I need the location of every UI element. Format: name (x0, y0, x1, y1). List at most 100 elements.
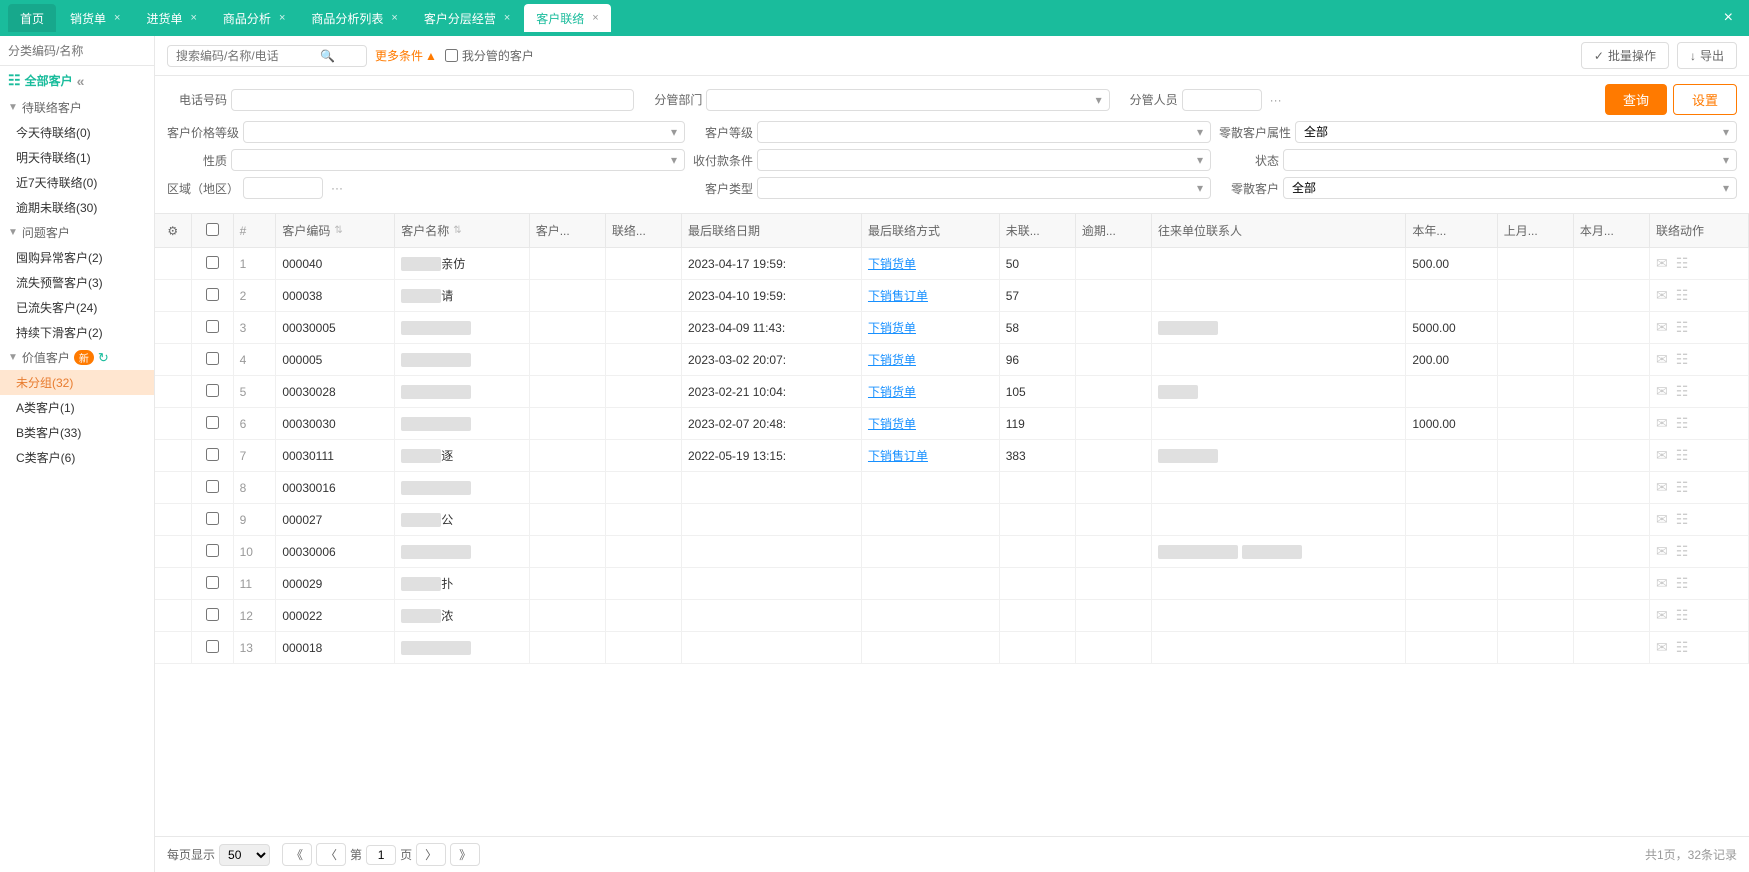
menu-icon[interactable]: ☷ (1676, 639, 1689, 656)
contact-type-link[interactable]: 下销售订单 (868, 289, 928, 303)
menu-icon[interactable]: ☷ (1676, 383, 1689, 400)
menu-icon[interactable]: ☷ (1676, 607, 1689, 624)
reset-btn[interactable]: 设置 (1673, 84, 1737, 115)
sidebar-item-churned[interactable]: 已流失客户(24) (0, 295, 154, 320)
nav-customer-contact[interactable]: 客户联络 × (524, 4, 610, 32)
more-dots-icon[interactable]: ··· (1270, 93, 1282, 107)
menu-icon[interactable]: ☷ (1676, 575, 1689, 592)
row-checkbox[interactable] (206, 288, 219, 301)
row-checkbox[interactable] (206, 352, 219, 365)
contact-type-link[interactable]: 下销货单 (868, 385, 916, 399)
chat-icon[interactable]: ✉ (1656, 479, 1668, 496)
th-setting[interactable]: ⚙ (155, 214, 191, 248)
refresh-icon[interactable]: ↻ (98, 350, 109, 366)
menu-icon[interactable]: ☷ (1676, 255, 1689, 272)
row-checkbox[interactable] (206, 480, 219, 493)
filter-status-select[interactable] (1283, 149, 1737, 171)
contact-type-link[interactable]: 下销售订单 (868, 449, 928, 463)
menu-icon[interactable]: ☷ (1676, 479, 1689, 496)
filter-attr-select[interactable]: 全部 (1295, 121, 1737, 143)
contact-type-link[interactable]: 下销货单 (868, 353, 916, 367)
sidebar-item-tomorrow-contact[interactable]: 明天待联络(1) (0, 145, 154, 170)
search-input[interactable] (176, 49, 316, 63)
first-page-btn[interactable]: 《 (282, 843, 312, 866)
next-page-btn[interactable]: 〉 (416, 843, 446, 866)
filter-sparse-select[interactable]: 全部 (1283, 177, 1737, 199)
chat-icon[interactable]: ✉ (1656, 415, 1668, 432)
chat-icon[interactable]: ✉ (1656, 575, 1668, 592)
nav-purchase[interactable]: 进货单 × (134, 4, 208, 32)
my-customers-checkbox[interactable]: 我分管的客户 (445, 47, 534, 64)
row-checkbox[interactable] (206, 576, 219, 589)
row-checkbox[interactable] (206, 448, 219, 461)
th-code[interactable]: 客户编码 ⇅ (276, 214, 395, 248)
nav-goods-close[interactable]: × (279, 12, 285, 24)
nav-sales[interactable]: 销货单 × (58, 4, 132, 32)
row-checkbox[interactable] (206, 608, 219, 621)
menu-icon[interactable]: ☷ (1676, 287, 1689, 304)
region-dots-icon[interactable]: ··· (331, 181, 343, 195)
row-checkbox[interactable] (206, 512, 219, 525)
filter-price-select[interactable] (243, 121, 685, 143)
chat-icon[interactable]: ✉ (1656, 511, 1668, 528)
nav-goods-list[interactable]: 商品分析列表 × (299, 4, 409, 32)
nav-purchase-close[interactable]: × (190, 12, 196, 24)
my-customers-check[interactable] (445, 49, 458, 62)
menu-icon[interactable]: ☷ (1676, 447, 1689, 464)
sidebar-item-today-contact[interactable]: 今天待联络(0) (0, 120, 154, 145)
chat-icon[interactable]: ✉ (1656, 639, 1668, 656)
prev-page-btn[interactable]: 〈 (316, 843, 346, 866)
sidebar-item-overdue-contact[interactable]: 逾期未联络(30) (0, 195, 154, 220)
contact-type-link[interactable]: 下销货单 (868, 321, 916, 335)
sidebar-item-ungroup[interactable]: 未分组(32) (0, 370, 154, 395)
sidebar-search-input[interactable] (8, 44, 155, 58)
page-size-select[interactable]: 50 20 100 (219, 844, 270, 866)
menu-icon[interactable]: ☷ (1676, 543, 1689, 560)
filter-nature-select[interactable] (231, 149, 685, 171)
sidebar-all-customers[interactable]: ☷ 全部客户 « (0, 66, 154, 95)
contact-type-link[interactable]: 下销货单 (868, 417, 916, 431)
nav-sales-close[interactable]: × (114, 12, 120, 24)
filter-type-select[interactable] (757, 177, 1211, 199)
filter-person-input[interactable] (1182, 89, 1262, 111)
sidebar-item-churn-warning[interactable]: 流失预警客户(3) (0, 270, 154, 295)
nav-customer-layer-close[interactable]: × (504, 12, 510, 24)
sidebar-group-value[interactable]: ▼ 价值客户 新 ↻ (0, 345, 154, 370)
nav-customer-layer[interactable]: 客户分层经营 × (412, 4, 522, 32)
menu-icon[interactable]: ☷ (1676, 415, 1689, 432)
sidebar-item-class-b[interactable]: B类客户(33) (0, 420, 154, 445)
nav-goods-analysis[interactable]: 商品分析 × (211, 4, 297, 32)
chat-icon[interactable]: ✉ (1656, 383, 1668, 400)
menu-icon[interactable]: ☷ (1676, 351, 1689, 368)
chat-icon[interactable]: ✉ (1656, 447, 1668, 464)
filter-level-select[interactable] (757, 121, 1211, 143)
row-checkbox[interactable] (206, 256, 219, 269)
search-icon[interactable]: 🔍 (320, 49, 335, 63)
contact-type-link[interactable]: 下销货单 (868, 257, 916, 271)
select-all-checkbox[interactable] (206, 223, 219, 236)
sidebar-item-week-contact[interactable]: 近7天待联络(0) (0, 170, 154, 195)
query-btn[interactable]: 查询 (1605, 84, 1667, 115)
sort-name-icon[interactable]: ⇅ (453, 225, 461, 236)
th-name[interactable]: 客户名称 ⇅ (395, 214, 529, 248)
chat-icon[interactable]: ✉ (1656, 543, 1668, 560)
sidebar-collapse-btn[interactable]: « (77, 73, 85, 89)
menu-icon[interactable]: ☷ (1676, 319, 1689, 336)
row-checkbox[interactable] (206, 640, 219, 653)
more-conditions-btn[interactable]: 更多条件 ▲ (375, 47, 437, 64)
filter-region-input[interactable] (243, 177, 323, 199)
menu-icon[interactable]: ☷ (1676, 511, 1689, 528)
row-checkbox[interactable] (206, 384, 219, 397)
sidebar-group-pending[interactable]: ▼ 待联络客户 (0, 95, 154, 120)
row-checkbox[interactable] (206, 416, 219, 429)
nav-customer-contact-close[interactable]: × (592, 12, 598, 24)
sidebar-item-abnormal[interactable]: 囤购异常客户(2) (0, 245, 154, 270)
nav-home[interactable]: 首页 (8, 4, 56, 32)
chat-icon[interactable]: ✉ (1656, 351, 1668, 368)
filter-phone-input[interactable] (231, 89, 634, 111)
filter-dept-select[interactable] (706, 89, 1109, 111)
row-checkbox[interactable] (206, 320, 219, 333)
last-page-btn[interactable]: 》 (450, 843, 480, 866)
batch-action-btn[interactable]: ✓ 批量操作 (1581, 42, 1669, 69)
gear-icon[interactable]: ⚙ (167, 224, 178, 238)
